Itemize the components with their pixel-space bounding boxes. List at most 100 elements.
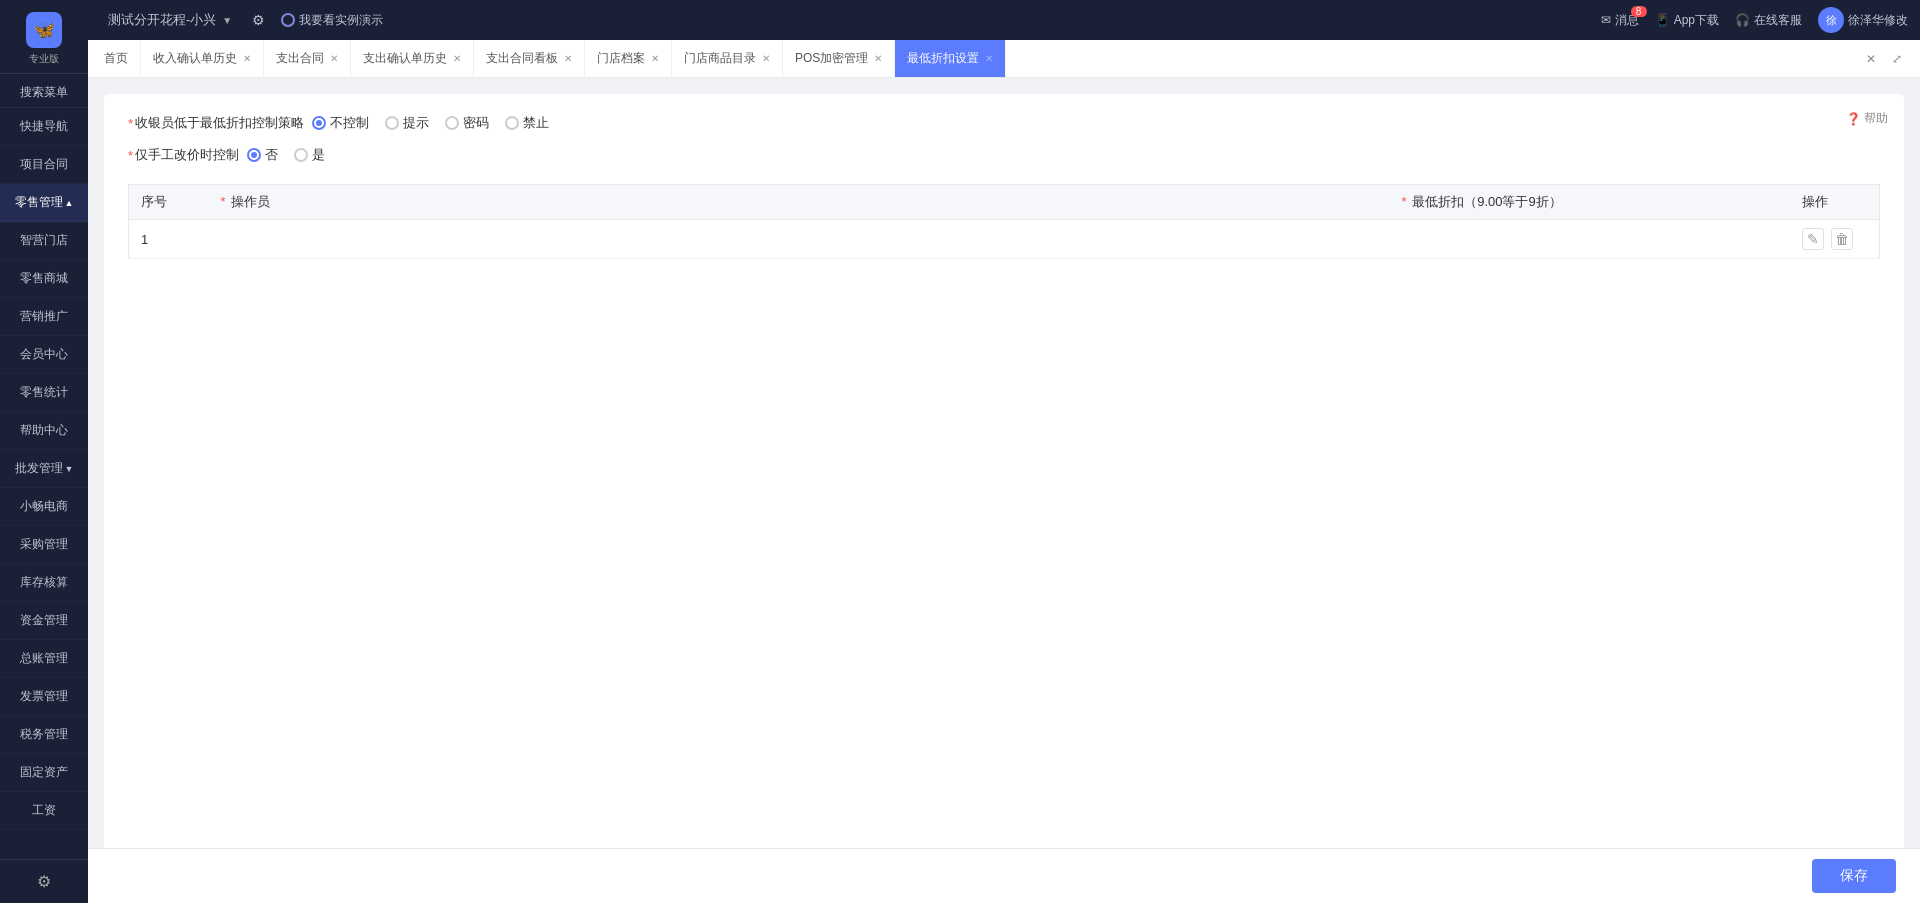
radio-remind[interactable]: 提示: [385, 114, 429, 132]
help-link[interactable]: ❓ 帮助: [1846, 110, 1888, 127]
topbar-right: ✉ 消息 8 📱 App下载 🎧 在线客服 徐 徐泽华修改: [1601, 7, 1908, 33]
expand-tab-button[interactable]: ⤢: [1886, 48, 1908, 70]
logo-text: 专业版: [29, 52, 59, 65]
tab-min-discount-close[interactable]: ✕: [985, 53, 993, 64]
content-area: ❓ 帮助 * 收银员低于最低折扣控制策略 不控制: [88, 78, 1920, 903]
th-operator: * 操作员: [209, 185, 1390, 220]
logo-icon: 🦋: [26, 12, 62, 48]
radio-no-control-circle: [312, 116, 326, 130]
radio-forbid[interactable]: 禁止: [505, 114, 549, 132]
save-button[interactable]: 保存: [1812, 859, 1896, 893]
form-section: * 收银员低于最低折扣控制策略 不控制 提示 密码: [128, 114, 1880, 164]
page-card: ❓ 帮助 * 收银员低于最低折扣控制策略 不控制: [104, 94, 1904, 855]
required-star-2: *: [128, 148, 133, 163]
sidebar-item-ledger[interactable]: 总账管理: [0, 640, 88, 678]
headset-icon: 🎧: [1735, 13, 1750, 27]
tab-income-history[interactable]: 收入确认单历史 ✕: [141, 40, 264, 78]
tab-payment-board[interactable]: 支出合同看板 ✕: [474, 40, 585, 78]
close-tab-button[interactable]: ✕: [1860, 48, 1882, 70]
sidebar-item-payroll[interactable]: 工资: [0, 792, 88, 830]
sidebar-item-ecommerce[interactable]: 小畅电商: [0, 488, 88, 526]
bottom-bar: 保存: [88, 848, 1920, 903]
row-edit-button[interactable]: ✎: [1802, 228, 1824, 250]
settings-icon: ⚙: [37, 873, 51, 890]
row-delete-button[interactable]: 🗑: [1831, 228, 1853, 250]
tab-store-file[interactable]: 门店档案 ✕: [585, 40, 672, 78]
sidebar-item-inventory[interactable]: 库存核算: [0, 564, 88, 602]
tab-home[interactable]: 首页: [92, 40, 141, 78]
project-name: 测试分开花程-小兴: [108, 11, 216, 29]
avatar: 徐: [1818, 7, 1844, 33]
tab-payment-contract-close[interactable]: ✕: [330, 53, 338, 64]
required-star-1: *: [128, 116, 133, 131]
sidebar-item-fixed-assets[interactable]: 固定资产: [0, 754, 88, 792]
form-label-1: 收银员低于最低折扣控制策略: [135, 114, 304, 132]
tab-min-discount[interactable]: 最低折扣设置 ✕: [895, 40, 1006, 78]
tab-payment-board-close[interactable]: ✕: [564, 53, 572, 64]
customer-service-button[interactable]: 🎧 在线客服: [1735, 12, 1802, 29]
radio-password-circle: [445, 116, 459, 130]
project-dropdown-icon: ▼: [222, 15, 232, 26]
sidebar-item-purchase[interactable]: 采购管理: [0, 526, 88, 564]
sidebar-item-retail-stats[interactable]: 零售统计: [0, 374, 88, 412]
tab-store-products[interactable]: 门店商品目录 ✕: [672, 40, 783, 78]
th-index: 序号: [129, 185, 209, 220]
sidebar-item-marketing[interactable]: 营销推广: [0, 298, 88, 336]
gear-icon: ⚙: [252, 12, 265, 28]
cell-min-discount: [1390, 220, 1790, 259]
th-action: 操作: [1790, 185, 1880, 220]
message-badge: 8: [1631, 6, 1647, 17]
tab-pos-manage[interactable]: POS加密管理 ✕: [783, 40, 895, 78]
cell-index: 1: [129, 220, 209, 259]
sidebar-item-help-center[interactable]: 帮助中心: [0, 412, 88, 450]
sidebar-item-invoice[interactable]: 发票管理: [0, 678, 88, 716]
tab-store-file-close[interactable]: ✕: [651, 53, 659, 64]
settings-footer-button[interactable]: ⚙: [0, 859, 88, 903]
tab-payment-contract[interactable]: 支出合同 ✕: [264, 40, 351, 78]
cell-operator: [209, 220, 1390, 259]
app-download-button[interactable]: 📱 App下载: [1655, 12, 1719, 29]
sidebar-item-tax[interactable]: 税务管理: [0, 716, 88, 754]
radio-no[interactable]: 否: [247, 146, 278, 164]
message-button[interactable]: ✉ 消息 8: [1601, 12, 1639, 29]
th-min-discount: * 最低折扣（9.00等于9折）: [1390, 185, 1790, 220]
sidebar-item-retail-mall[interactable]: 零售商城: [0, 260, 88, 298]
demo-button[interactable]: 我要看实例演示: [281, 12, 383, 29]
retail-manage-arrow-icon: ▲: [65, 198, 74, 208]
sidebar-item-project-contract[interactable]: 项目合同: [0, 146, 88, 184]
discount-table: 序号 * 操作员 * 最低折扣（9.00等于9折） 操作: [128, 184, 1880, 259]
sidebar-item-quick-nav[interactable]: 快捷导航: [0, 108, 88, 146]
tab-payment-history[interactable]: 支出确认单历史 ✕: [351, 40, 474, 78]
project-selector[interactable]: 测试分开花程-小兴 ▼: [100, 7, 240, 33]
form-row-1: * 收银员低于最低折扣控制策略 不控制 提示 密码: [128, 114, 1880, 132]
sidebar-item-smart-store[interactable]: 智营门店: [0, 222, 88, 260]
sidebar-item-search[interactable]: 搜索菜单: [0, 74, 88, 108]
radio-remind-circle: [385, 116, 399, 130]
cell-actions: ✎ 🗑: [1790, 220, 1880, 259]
topbar: 测试分开花程-小兴 ▼ ⚙ 我要看实例演示 ✉ 消息 8 📱 App下载 🎧 在…: [88, 0, 1920, 40]
tab-income-history-close[interactable]: ✕: [243, 53, 251, 64]
sidebar-item-member-center[interactable]: 会员中心: [0, 336, 88, 374]
tabs-bar: 首页 收入确认单历史 ✕ 支出合同 ✕ 支出确认单历史 ✕ 支出合同看板 ✕ 门…: [88, 40, 1920, 78]
tab-pos-manage-close[interactable]: ✕: [874, 53, 882, 64]
wholesale-arrow-icon: ▼: [65, 464, 74, 474]
tab-store-products-close[interactable]: ✕: [762, 53, 770, 64]
user-menu[interactable]: 徐 徐泽华修改: [1818, 7, 1908, 33]
settings-button[interactable]: ⚙: [248, 8, 269, 32]
tab-payment-history-close[interactable]: ✕: [453, 53, 461, 64]
form-label-2: 仅手工改价时控制: [135, 146, 239, 164]
demo-icon: [281, 13, 295, 27]
sidebar-item-wholesale[interactable]: 批发管理 ▼: [0, 450, 88, 488]
radio-no-circle: [247, 148, 261, 162]
message-icon: ✉: [1601, 13, 1611, 27]
radio-no-control[interactable]: 不控制: [312, 114, 369, 132]
tabs-actions: ✕ ⤢: [1860, 48, 1916, 70]
sidebar: 🦋 专业版 搜索菜单 快捷导航 项目合同 零售管理 ▲ 智营门店 零售商城 营销…: [0, 0, 88, 903]
radio-yes[interactable]: 是: [294, 146, 325, 164]
radio-password[interactable]: 密码: [445, 114, 489, 132]
sidebar-item-retail-manage[interactable]: 零售管理 ▲: [0, 184, 88, 222]
radio-forbid-circle: [505, 116, 519, 130]
sidebar-item-finance[interactable]: 资金管理: [0, 602, 88, 640]
app-icon: 📱: [1655, 13, 1670, 27]
radio-group-1: 不控制 提示 密码 禁止: [312, 114, 549, 132]
